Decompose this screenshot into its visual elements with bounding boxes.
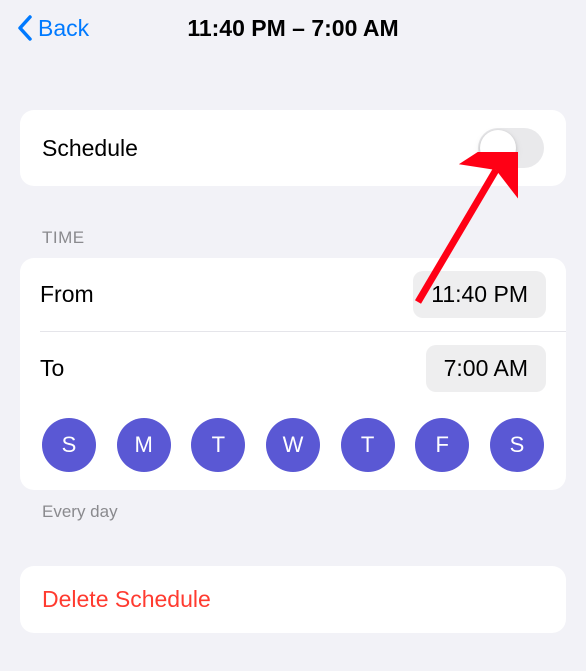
time-to-row: To 7:00 AM [20, 332, 566, 405]
navbar: Back 11:40 PM – 7:00 AM [0, 0, 586, 60]
back-label: Back [38, 15, 89, 42]
day-wednesday[interactable]: W [266, 418, 320, 472]
from-time-picker[interactable]: 11:40 PM [413, 271, 546, 318]
schedule-row: Schedule [20, 110, 566, 186]
day-saturday[interactable]: S [490, 418, 544, 472]
time-from-row: From 11:40 PM [20, 258, 566, 331]
time-section: From 11:40 PM To 7:00 AM S M T W T F S [20, 258, 566, 490]
schedule-toggle[interactable] [478, 128, 544, 168]
day-thursday[interactable]: T [341, 418, 395, 472]
toggle-knob [480, 130, 516, 166]
from-label: From [40, 281, 94, 308]
to-label: To [40, 355, 64, 382]
days-row: S M T W T F S [20, 405, 566, 490]
to-time-picker[interactable]: 7:00 AM [426, 345, 546, 392]
delete-section: Delete Schedule [20, 566, 566, 633]
page-title: 11:40 PM – 7:00 AM [187, 15, 398, 42]
schedule-section: Schedule [20, 110, 566, 186]
day-friday[interactable]: F [415, 418, 469, 472]
back-button[interactable]: Back [16, 14, 89, 42]
time-section-header: TIME [42, 228, 544, 248]
chevron-left-icon [16, 14, 34, 42]
day-sunday[interactable]: S [42, 418, 96, 472]
day-tuesday[interactable]: T [191, 418, 245, 472]
day-monday[interactable]: M [117, 418, 171, 472]
days-caption: Every day [42, 502, 544, 522]
schedule-label: Schedule [42, 135, 138, 162]
delete-schedule-button[interactable]: Delete Schedule [20, 566, 566, 633]
